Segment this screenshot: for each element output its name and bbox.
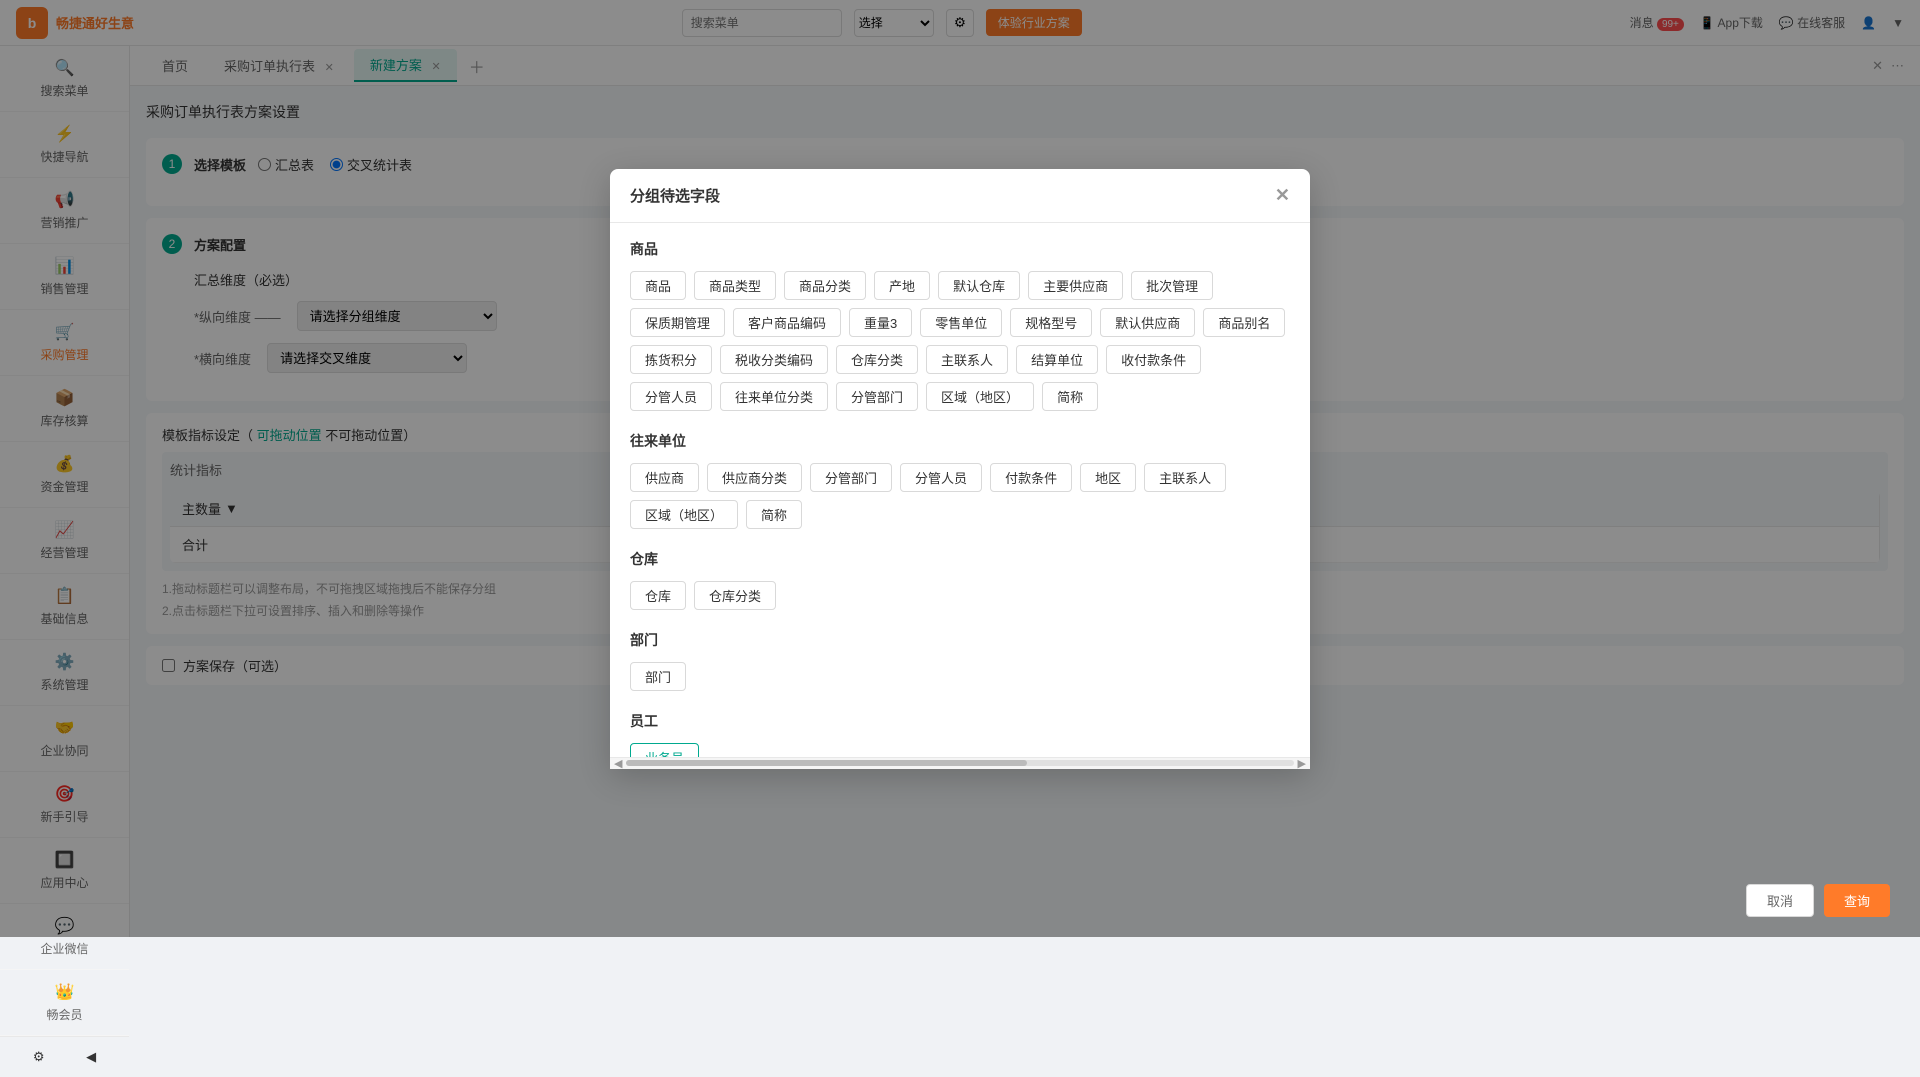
field-tag[interactable]: 仓库 [630,581,686,610]
scrollbar-thumb[interactable] [626,760,1026,766]
field-grid-partner: 供应商 供应商分类 分管部门 分管人员 付款条件 地区 主联系人 区域（地区） … [630,463,1290,529]
modal-dialog: 分组待选字段 ✕ 商品 商品 商品类型 商品分类 产地 默认仓库 主要供应商 批… [610,169,1310,769]
sidebar-settings-icon[interactable]: ⚙ [33,1049,45,1065]
field-tag[interactable]: 客户商品编码 [733,308,841,337]
scroll-right-arrow[interactable]: ▶ [1298,757,1306,770]
field-tag[interactable]: 商品 [630,271,686,300]
modal-horizontal-scrollbar[interactable]: ◀ ▶ [610,757,1310,769]
field-grid-warehouse: 仓库 仓库分类 [630,581,1290,610]
field-tag[interactable]: 仓库分类 [694,581,776,610]
section-warehouse: 仓库 仓库 仓库分类 [630,549,1290,610]
section-department: 部门 部门 [630,630,1290,691]
field-tag[interactable]: 默认供应商 [1100,308,1195,337]
modal-header: 分组待选字段 ✕ [610,169,1310,223]
field-tag[interactable]: 保质期管理 [630,308,725,337]
section-product-title: 商品 [630,239,1290,259]
field-tag[interactable]: 简称 [1042,382,1098,411]
scroll-left-arrow[interactable]: ◀ [614,757,622,770]
field-tag[interactable]: 地区 [1080,463,1136,492]
field-tag[interactable]: 商品别名 [1203,308,1285,337]
field-tag[interactable]: 主要供应商 [1028,271,1123,300]
confirm-button[interactable]: 查询 [1824,884,1890,917]
field-grid-department: 部门 [630,662,1290,691]
sidebar-label-wechat: 企业微信 [40,940,88,957]
member-icon: 👑 [55,982,75,1002]
section-partner: 往来单位 供应商 供应商分类 分管部门 分管人员 付款条件 地区 主联系人 区域… [630,431,1290,529]
field-tag[interactable]: 商品分类 [784,271,866,300]
field-tag[interactable]: 产地 [874,271,930,300]
field-tag[interactable]: 默认仓库 [938,271,1020,300]
modal-close-button[interactable]: ✕ [1275,185,1290,206]
field-tag[interactable]: 简称 [746,500,802,529]
section-warehouse-title: 仓库 [630,549,1290,569]
field-tag[interactable]: 零售单位 [920,308,1002,337]
field-tag[interactable]: 业务员 [630,743,699,757]
section-employee: 员工 业务员 [630,711,1290,757]
field-tag[interactable]: 供应商分类 [707,463,802,492]
field-tag[interactable]: 仓库分类 [836,345,918,374]
field-grid-product: 商品 商品类型 商品分类 产地 默认仓库 主要供应商 批次管理 保质期管理 客户… [630,271,1290,411]
field-tag[interactable]: 商品类型 [694,271,776,300]
field-tag[interactable]: 部门 [630,662,686,691]
field-tag[interactable]: 主联系人 [1144,463,1226,492]
section-employee-title: 员工 [630,711,1290,731]
footer-buttons: 取消 查询 [1746,884,1890,917]
cancel-button[interactable]: 取消 [1746,884,1814,917]
field-tag[interactable]: 区域（地区） [630,500,738,529]
field-tag[interactable]: 批次管理 [1131,271,1213,300]
field-tag[interactable]: 规格型号 [1010,308,1092,337]
sidebar-item-member[interactable]: 👑 畅会员 [0,970,129,1036]
field-tag[interactable]: 税收分类编码 [720,345,828,374]
field-tag[interactable]: 分管人员 [900,463,982,492]
field-tag[interactable]: 结算单位 [1016,345,1098,374]
field-tag[interactable]: 分管部门 [810,463,892,492]
field-grid-employee: 业务员 [630,743,1290,757]
field-tag[interactable]: 重量3 [849,308,912,337]
field-tag[interactable]: 收付款条件 [1106,345,1201,374]
field-tag[interactable]: 分管人员 [630,382,712,411]
section-product: 商品 商品 商品类型 商品分类 产地 默认仓库 主要供应商 批次管理 保质期管理… [630,239,1290,411]
field-tag[interactable]: 付款条件 [990,463,1072,492]
field-tag[interactable]: 分管部门 [836,382,918,411]
modal-body: 商品 商品 商品类型 商品分类 产地 默认仓库 主要供应商 批次管理 保质期管理… [610,223,1310,757]
modal-title: 分组待选字段 [630,185,720,206]
field-tag[interactable]: 主联系人 [926,345,1008,374]
field-tag[interactable]: 拣货积分 [630,345,712,374]
field-tag[interactable]: 供应商 [630,463,699,492]
field-tag[interactable]: 往来单位分类 [720,382,828,411]
sidebar-bottom: ⚙ ◀ [0,1036,129,1077]
section-partner-title: 往来单位 [630,431,1290,451]
sidebar-label-member: 畅会员 [46,1006,82,1023]
sidebar-collapse-icon[interactable]: ◀ [86,1049,96,1065]
field-tag[interactable]: 区域（地区） [926,382,1034,411]
scrollbar-track [626,760,1293,766]
section-department-title: 部门 [630,630,1290,650]
